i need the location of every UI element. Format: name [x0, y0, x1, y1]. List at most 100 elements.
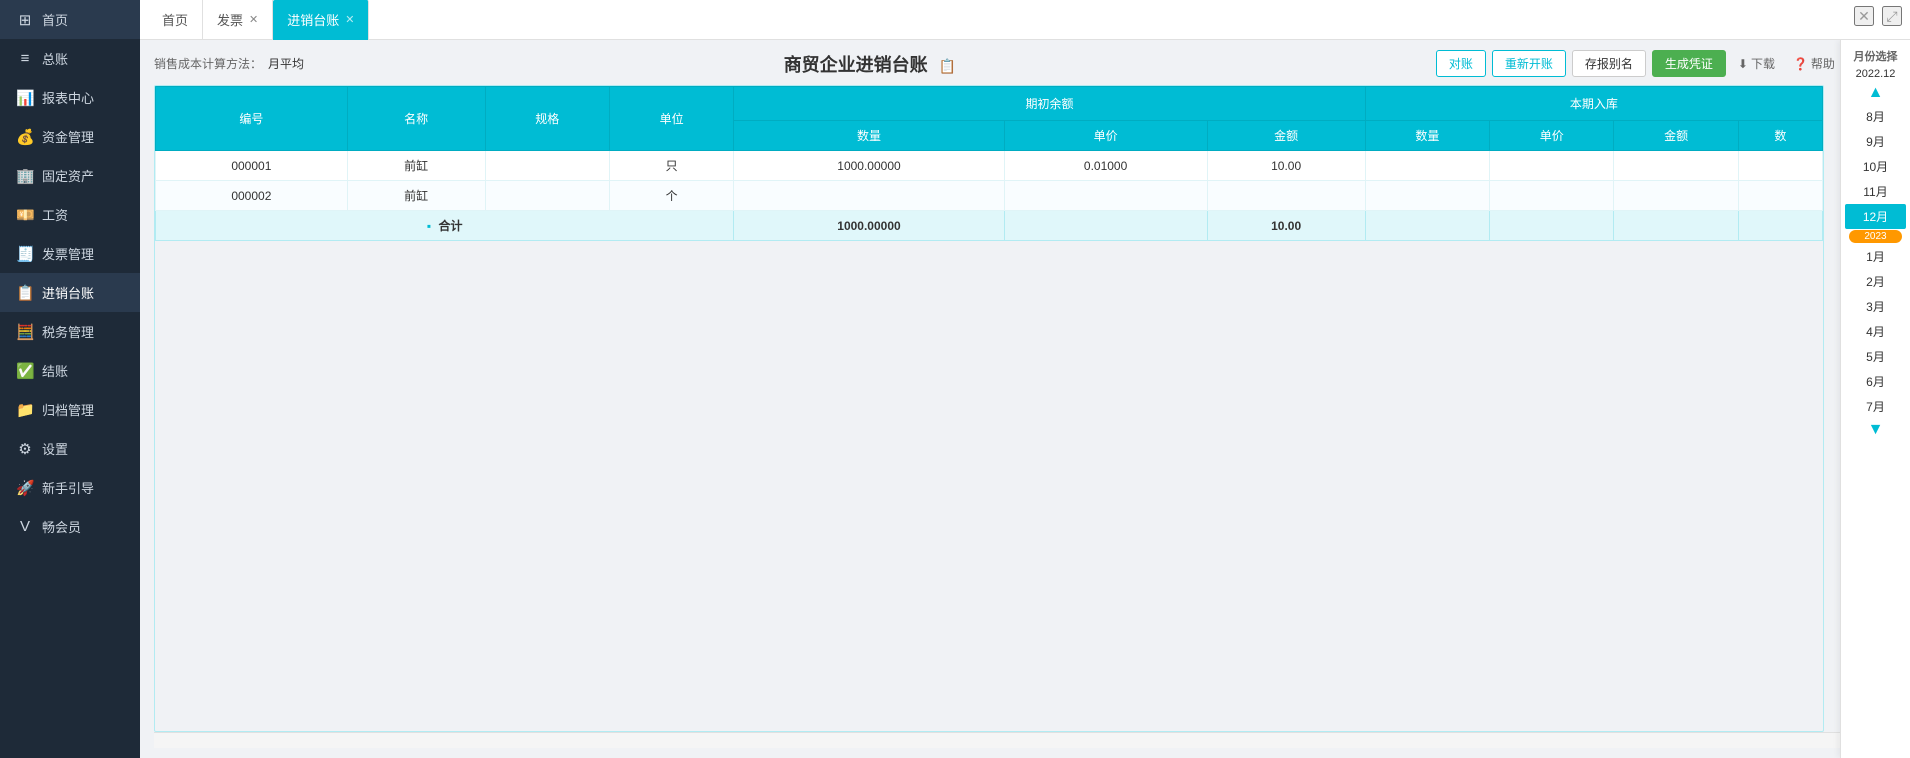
- sidebar-item-label: 发票管理: [42, 244, 94, 263]
- month-item-5[interactable]: 5月: [1841, 344, 1910, 369]
- settings-icon: ⚙: [16, 440, 34, 458]
- col-spec: 规格: [485, 87, 609, 151]
- row-init-price: 0.01000: [1004, 151, 1207, 181]
- tab-inventory-close[interactable]: ✕: [345, 13, 354, 26]
- tab-invoice-label: 发票: [217, 10, 243, 29]
- row-init-qty: 1000.00000: [734, 151, 1004, 181]
- sidebar-item-archive[interactable]: 📁 归档管理: [0, 390, 140, 429]
- page-title-text: 商贸企业进销台账: [784, 55, 928, 75]
- sidebar-item-label: 工资: [42, 205, 68, 224]
- sidebar-item-tax[interactable]: 🧮 税务管理: [0, 312, 140, 351]
- content-area: 销售成本计算方法： 月平均 商贸企业进销台账 📋 对账 重新开账 存报别名 生成…: [140, 40, 1910, 758]
- month-item-3[interactable]: 3月: [1841, 294, 1910, 319]
- assets-icon: 🏢: [16, 167, 34, 185]
- month-next-button[interactable]: ▼: [1841, 419, 1910, 441]
- month-item-2[interactable]: 2月: [1841, 269, 1910, 294]
- total-in-price: [1490, 211, 1614, 241]
- sidebar-item-label: 归档管理: [42, 400, 94, 419]
- sidebar-item-label: 资金管理: [42, 127, 94, 146]
- guide-icon: 🚀: [16, 479, 34, 497]
- tab-home[interactable]: 首页: [148, 0, 203, 40]
- tab-inventory[interactable]: 进销台账 ✕: [273, 0, 369, 40]
- vip-icon: V: [16, 518, 34, 535]
- row-unit: 只: [609, 151, 733, 181]
- download-icon: ⬇: [1738, 57, 1748, 71]
- invoice-mgmt-icon: 🧾: [16, 245, 34, 263]
- sidebar-item-inventory[interactable]: 📋 进销台账: [0, 273, 140, 312]
- total-icon: ▪: [427, 219, 431, 233]
- row-unit: 个: [609, 181, 733, 211]
- sidebar-item-label: 结账: [42, 361, 68, 380]
- row-spec: [485, 151, 609, 181]
- sidebar-item-funds[interactable]: 💰 资金管理: [0, 117, 140, 156]
- col-init-price: 单价: [1004, 121, 1207, 151]
- window-controls: ✕ ⤢: [1854, 6, 1902, 26]
- download-label: 下载: [1751, 55, 1775, 72]
- sidebar-item-settings[interactable]: ⚙ 设置: [0, 429, 140, 468]
- download-button[interactable]: ⬇ 下载: [1732, 51, 1781, 76]
- sidebar-item-label: 进销台账: [42, 283, 94, 302]
- month-item-4[interactable]: 4月: [1841, 319, 1910, 344]
- table-row: 000002 前缸 个: [156, 181, 1823, 211]
- tab-invoice[interactable]: 发票 ✕: [203, 0, 273, 40]
- sidebar-item-guide[interactable]: 🚀 新手引导: [0, 468, 140, 507]
- row-name: 前缸: [347, 151, 485, 181]
- col-id: 编号: [156, 87, 348, 151]
- row-in-amount: [1614, 151, 1738, 181]
- archive-icon: 📁: [16, 401, 34, 419]
- row-in-price: [1490, 181, 1614, 211]
- help-button[interactable]: ❓ 帮助: [1787, 51, 1841, 76]
- month-item-7[interactable]: 7月: [1841, 394, 1910, 419]
- sidebar-item-label: 税务管理: [42, 322, 94, 341]
- col-in-amount: 金额: [1614, 121, 1738, 151]
- col-unit: 单位: [609, 87, 733, 151]
- reconcile-button[interactable]: 对账: [1436, 50, 1486, 77]
- sidebar: ⊞ 首页 ≡ 总账 📊 报表中心 💰 资金管理 🏢 固定资产 💴 工资 🧾 发票…: [0, 0, 140, 758]
- tab-inventory-label: 进销台账: [287, 10, 339, 29]
- sidebar-item-home[interactable]: ⊞ 首页: [0, 0, 140, 39]
- total-init-price: [1004, 211, 1207, 241]
- content-header: 销售成本计算方法： 月平均 商贸企业进销台账 📋 对账 重新开账 存报别名 生成…: [154, 50, 1896, 77]
- sidebar-item-assets[interactable]: 🏢 固定资产: [0, 156, 140, 195]
- sidebar-item-salary[interactable]: 💴 工资: [0, 195, 140, 234]
- total-label: ▪ 合计: [156, 211, 734, 241]
- reopen-button[interactable]: 重新开账: [1492, 50, 1566, 77]
- col-group-initial: 期初余额: [734, 87, 1365, 121]
- row-init-amount: 10.00: [1207, 151, 1365, 181]
- sidebar-item-settlement[interactable]: ✅ 结账: [0, 351, 140, 390]
- col-init-qty: 数量: [734, 121, 1004, 151]
- month-item-12[interactable]: 12月: [1845, 204, 1906, 229]
- sidebar-item-reports[interactable]: 📊 报表中心: [0, 78, 140, 117]
- sidebar-item-label: 设置: [42, 439, 68, 458]
- row-init-qty: [734, 181, 1004, 211]
- sidebar-item-label: 总账: [42, 49, 68, 68]
- sidebar-item-label: 畅会员: [42, 517, 81, 536]
- total-init-amount: 10.00: [1207, 211, 1365, 241]
- window-close-button[interactable]: ✕: [1854, 6, 1874, 26]
- help-icon: ❓: [1793, 57, 1808, 71]
- sidebar-item-ledger[interactable]: ≡ 总账: [0, 39, 140, 78]
- row-in-extra: [1738, 151, 1822, 181]
- home-icon: ⊞: [16, 11, 34, 29]
- month-item-11[interactable]: 11月: [1841, 179, 1910, 204]
- row-in-qty: [1365, 181, 1489, 211]
- month-item-6[interactable]: 6月: [1841, 369, 1910, 394]
- month-item-9[interactable]: 9月: [1841, 129, 1910, 154]
- generate-voucher-button[interactable]: 生成凭证: [1652, 50, 1726, 77]
- save-alias-button[interactable]: 存报别名: [1572, 50, 1646, 77]
- month-item-10[interactable]: 10月: [1841, 154, 1910, 179]
- sidebar-item-vip[interactable]: V 畅会员: [0, 507, 140, 546]
- tab-invoice-close[interactable]: ✕: [249, 13, 258, 26]
- table-wrapper[interactable]: 编号 名称 规格 单位 期初余额 本期入库 数量 单价 金额 数量 单价 金额: [154, 85, 1824, 732]
- table-row: 000001 前缸 只 1000.00000 0.01000 10.00: [156, 151, 1823, 181]
- window-maximize-button[interactable]: ⤢: [1882, 6, 1902, 26]
- col-in-price: 单价: [1490, 121, 1614, 151]
- total-in-amount: [1614, 211, 1738, 241]
- total-row: ▪ 合计 1000.00000 10.00: [156, 211, 1823, 241]
- month-item-1[interactable]: 1月: [1841, 244, 1910, 269]
- sidebar-item-invoice-mgmt[interactable]: 🧾 发票管理: [0, 234, 140, 273]
- col-group-inbound: 本期入库: [1365, 87, 1822, 121]
- scrollbar-area[interactable]: [154, 732, 1896, 748]
- month-item-8[interactable]: 8月: [1841, 104, 1910, 129]
- month-prev-button[interactable]: ▲: [1841, 82, 1910, 104]
